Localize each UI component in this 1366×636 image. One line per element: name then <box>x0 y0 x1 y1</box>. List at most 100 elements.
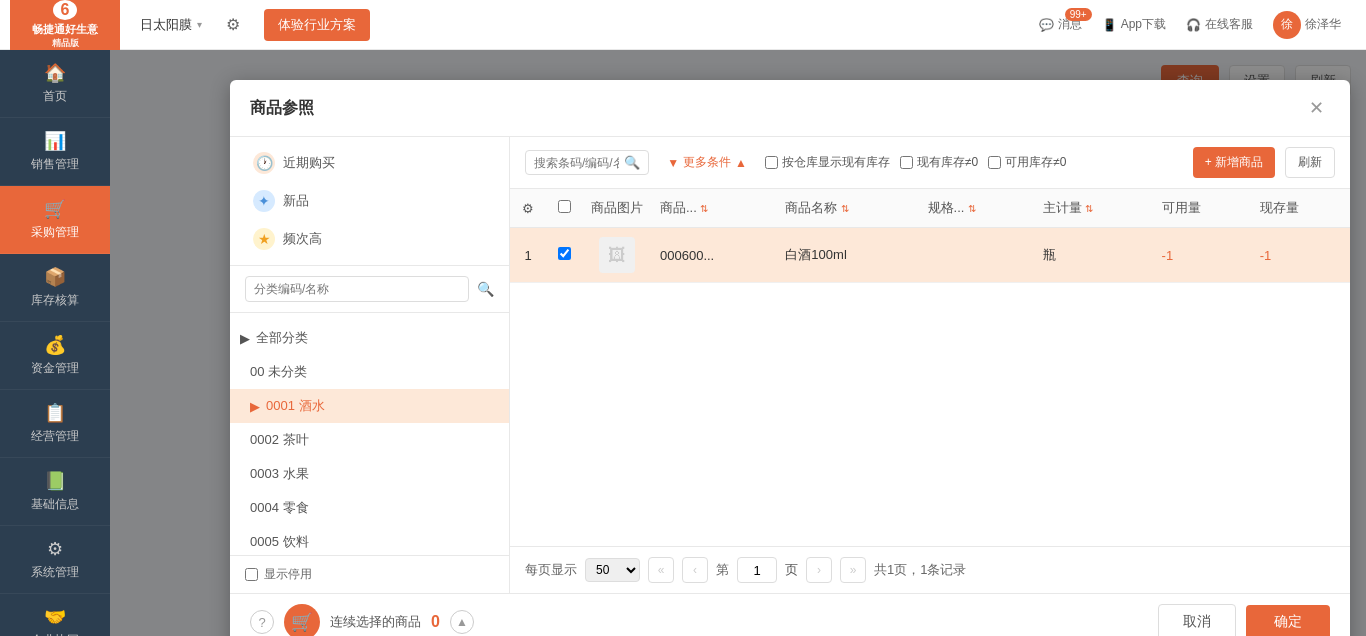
category-search-icon[interactable]: 🔍 <box>477 281 494 297</box>
filter-arrow: ▲ <box>735 156 747 170</box>
spec-sort-arrows: ⇅ <box>968 203 976 214</box>
warehouse-display-input[interactable] <box>765 156 778 169</box>
product-search-wrap: 🔍 <box>525 150 649 175</box>
shortcut-frequent[interactable]: ★ 频次高 <box>245 223 494 255</box>
help-icon: ? <box>258 615 265 630</box>
system-icon: ⚙ <box>47 538 63 560</box>
select-all-checkbox[interactable] <box>558 200 571 213</box>
navbar-right: 💬 消息 99+ 📱 App下载 🎧 在线客服 徐 徐泽华 <box>1039 11 1356 39</box>
category-liquor[interactable]: ▶ 0001 酒水 <box>230 389 509 423</box>
help-button[interactable]: ? <box>250 610 274 634</box>
refresh-button[interactable]: 刷新 <box>1285 147 1335 178</box>
add-product-button[interactable]: + 新增商品 <box>1193 147 1275 178</box>
product-search-icon[interactable]: 🔍 <box>624 155 640 170</box>
sidebar-item-purchase[interactable]: 🛒 采购管理 <box>0 186 110 254</box>
modal-close-button[interactable]: ✕ <box>1302 94 1330 122</box>
purchase-icon: 🛒 <box>44 198 66 220</box>
page-unit: 页 <box>785 561 798 579</box>
th-available: 可用量 <box>1154 189 1252 228</box>
sidebar-label-finance: 资金管理 <box>31 360 79 377</box>
service-item[interactable]: 🎧 在线客服 <box>1186 16 1253 33</box>
shortcut-recent[interactable]: 🕐 近期购买 <box>245 147 494 179</box>
warehouse-display-checkbox[interactable]: 按仓库显示现有库存 <box>765 154 890 171</box>
sidebar-item-basic[interactable]: 📗 基础信息 <box>0 458 110 526</box>
right-toolbar: 🔍 ▼ 更多条件 ▲ 按仓库显示现有库存 <box>510 137 1350 189</box>
sales-icon: 📊 <box>44 130 66 152</box>
prev-page-button[interactable]: ‹ <box>682 557 708 583</box>
store-selector[interactable]: 日太阳膜 ▾ <box>140 16 202 34</box>
product-table: ⚙ 商品图片 商品... ⇅ <box>510 189 1350 283</box>
logo-sub: 精品版 <box>52 37 79 50</box>
sidebar-item-inventory[interactable]: 📦 库存核算 <box>0 254 110 322</box>
category-tea[interactable]: 0002 茶叶 <box>230 423 509 457</box>
available-nonzero-input[interactable] <box>900 156 913 169</box>
per-page-label: 每页显示 <box>525 561 577 579</box>
sidebar-item-home[interactable]: 🏠 首页 <box>0 50 110 118</box>
cancel-button[interactable]: 取消 <box>1158 604 1236 636</box>
sidebar-label-home: 首页 <box>43 88 67 105</box>
recent-icon: 🕐 <box>253 152 275 174</box>
show-disabled-section: 显示停用 <box>230 555 509 593</box>
first-page-button[interactable]: « <box>648 557 674 583</box>
new-icon: ✦ <box>253 190 275 212</box>
collapse-icon: ▲ <box>456 615 468 629</box>
show-disabled-checkbox[interactable] <box>245 568 258 581</box>
shortcut-frequent-label: 频次高 <box>283 230 322 248</box>
cart-icon: 🛒 <box>291 611 313 633</box>
category-search-input[interactable] <box>245 276 469 302</box>
category-fruit[interactable]: 0003 水果 <box>230 457 509 491</box>
td-checkbox[interactable] <box>546 228 582 283</box>
show-disabled-label[interactable]: 显示停用 <box>264 566 312 583</box>
sidebar-item-enterprise[interactable]: 🤝 企业协同 <box>0 594 110 636</box>
sidebar-item-finance[interactable]: 💰 资金管理 <box>0 322 110 390</box>
finance-icon: 💰 <box>44 334 66 356</box>
th-unit[interactable]: 主计量 ⇅ <box>1035 189 1154 228</box>
usable-nonzero-input[interactable] <box>988 156 1001 169</box>
td-spec <box>920 228 1035 283</box>
last-page-button[interactable]: » <box>840 557 866 583</box>
category-uncategorized[interactable]: 00 未分类 <box>230 355 509 389</box>
th-checkbox[interactable] <box>546 189 582 228</box>
total-info: 共1页，1条记录 <box>874 561 966 579</box>
username: 徐泽华 <box>1305 16 1341 33</box>
unit-sort-arrows: ⇅ <box>1085 203 1093 214</box>
app-download-item[interactable]: 📱 App下载 <box>1102 16 1166 33</box>
category-snacks[interactable]: 0004 零食 <box>230 491 509 525</box>
category-drinks[interactable]: 0005 饮料 <box>230 525 509 555</box>
th-stock: 现存量 <box>1252 189 1350 228</box>
next-page-button[interactable]: › <box>806 557 832 583</box>
trial-button[interactable]: 体验行业方案 <box>264 9 370 41</box>
user-item[interactable]: 徐 徐泽华 <box>1273 11 1341 39</box>
product-search-input[interactable] <box>534 156 619 170</box>
selected-label: 连续选择的商品 <box>330 613 421 631</box>
logo-icon: 6 <box>53 0 77 20</box>
sidebar-item-system[interactable]: ⚙ 系统管理 <box>0 526 110 594</box>
th-code[interactable]: 商品... ⇅ <box>652 189 777 228</box>
usable-nonzero-checkbox[interactable]: 可用库存≠0 <box>988 154 1066 171</box>
settings-icon[interactable]: ⚙ <box>217 9 249 41</box>
cart-button[interactable]: 🛒 <box>284 604 320 636</box>
th-spec[interactable]: 规格... ⇅ <box>920 189 1035 228</box>
row-checkbox[interactable] <box>558 247 571 260</box>
refresh-icon: 刷新 <box>1298 154 1322 171</box>
message-item[interactable]: 💬 消息 99+ <box>1039 16 1082 33</box>
shortcut-new[interactable]: ✦ 新品 <box>245 185 494 217</box>
main-layout: 🏠 首页 📊 销售管理 🛒 采购管理 📦 库存核算 💰 资金管理 📋 经营管理 … <box>0 50 1366 636</box>
confirm-button[interactable]: 确定 <box>1246 605 1330 636</box>
footer-collapse-button[interactable]: ▲ <box>450 610 474 634</box>
right-panel: 🔍 ▼ 更多条件 ▲ 按仓库显示现有库存 <box>510 137 1350 593</box>
shortcut-recent-label: 近期购买 <box>283 154 335 172</box>
available-nonzero-checkbox[interactable]: 现有库存≠0 <box>900 154 978 171</box>
more-filters-button[interactable]: ▼ 更多条件 ▲ <box>659 150 755 175</box>
page-number-input[interactable] <box>737 557 777 583</box>
category-all[interactable]: ▶ 全部分类 <box>230 321 509 355</box>
per-page-select[interactable]: 50 10 20 100 <box>585 558 640 582</box>
user-avatar: 徐 <box>1273 11 1301 39</box>
app-label: App下载 <box>1121 16 1166 33</box>
th-name[interactable]: 商品名称 ⇅ <box>777 189 919 228</box>
th-gear[interactable]: ⚙ <box>510 189 546 228</box>
service-icon: 🎧 <box>1186 18 1201 32</box>
table-row[interactable]: 1 🖼 000600... 白酒100ml <box>510 228 1350 283</box>
sidebar-item-sales[interactable]: 📊 销售管理 <box>0 118 110 186</box>
sidebar-item-operation[interactable]: 📋 经营管理 <box>0 390 110 458</box>
